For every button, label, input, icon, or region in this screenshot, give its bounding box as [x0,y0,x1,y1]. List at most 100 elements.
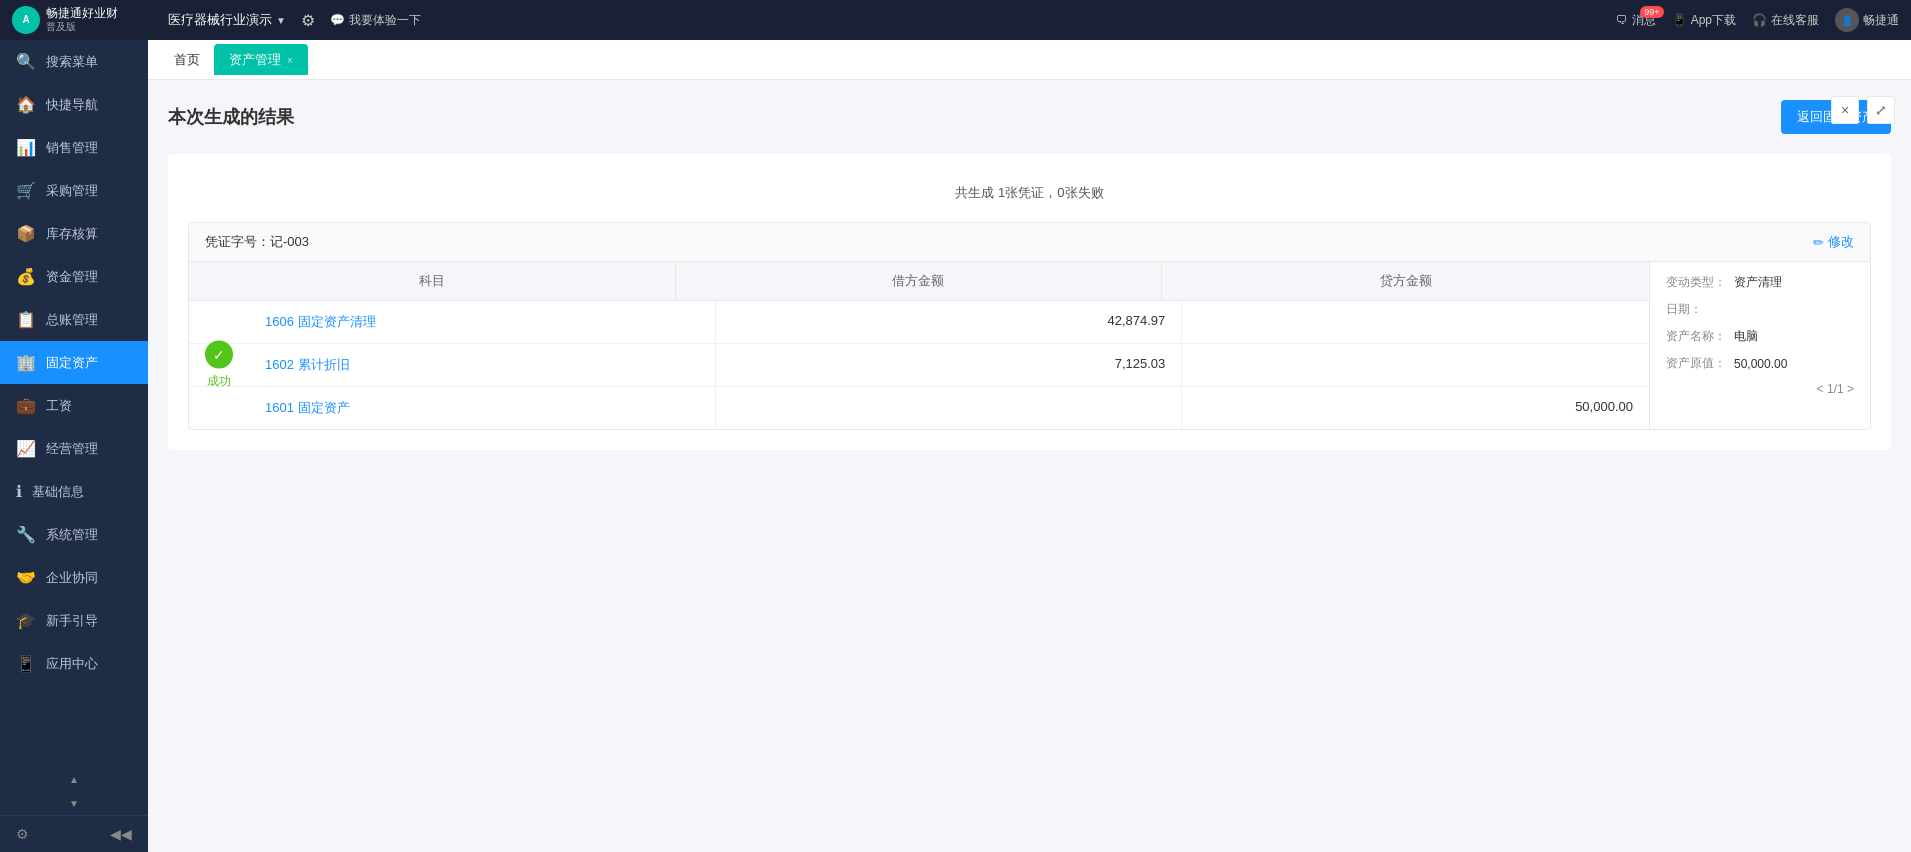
finance-icon: 💰 [16,267,36,286]
sidebar-item-finance[interactable]: 💰 资金管理 [0,255,148,298]
fixed-assets-icon: 🏢 [16,353,36,372]
page-title: 本次生成的结果 [168,105,294,129]
edit-label: 修改 [1828,233,1854,251]
sidebar-item-guide[interactable]: 🎓 新手引导 [0,599,148,642]
sidebar-item-inventory[interactable]: 📦 库存核算 [0,212,148,255]
tab-close-icon[interactable]: × [287,55,293,66]
download-icon: 📱 [1672,13,1687,27]
avatar: 👤 [1835,8,1859,32]
table-row: 1606 固定资产清理 42,874.97 [189,301,1649,344]
sidebar-collapse-icon[interactable]: ◀◀ [110,826,132,842]
voucher-block: 凭证字号：记-003 ✏ 修改 科目 借方金 [188,222,1871,430]
pagination-text: 1/1 [1827,382,1847,396]
tab-asset-management[interactable]: 资产管理 × [214,44,308,75]
workspace-area: 医疗器械行业演示 ▼ ⚙ 💬 我要体验一下 [160,6,1616,34]
sidebar-scroll-up-button[interactable]: ▼ [0,791,148,815]
asset-name-label: 资产名称： [1666,328,1726,345]
sidebar-item-label: 快捷导航 [46,96,98,114]
sidebar-item-purchase[interactable]: 🛒 采购管理 [0,169,148,212]
close-panel-button[interactable]: × [1831,96,1859,124]
sidebar-item-quick-nav[interactable]: 🏠 快捷导航 [0,83,148,126]
table-header: 科目 借方金额 贷方金额 [189,262,1649,301]
voucher-body: 科目 借方金额 贷方金额 ✓ 成功 [189,262,1870,429]
sidebar-item-label: 搜索菜单 [46,53,98,71]
pagination-next-icon[interactable]: > [1847,382,1854,396]
logo-icon: A [12,6,40,34]
asset-value-value: 50,000.00 [1734,357,1787,371]
ledger-icon: 📋 [16,310,36,329]
sidebar-item-label: 应用中心 [46,655,98,673]
workspace-selector[interactable]: 医疗器械行业演示 ▼ [168,11,286,29]
sidebar-item-search[interactable]: 🔍 搜索菜单 [0,40,148,83]
content-controls: × ⤢ [1831,96,1895,124]
purchase-icon: 🛒 [16,181,36,200]
payroll-icon: 💼 [16,396,36,415]
pagination-prev-icon[interactable]: < [1817,382,1824,396]
side-pagination[interactable]: < 1/1 > [1666,382,1854,396]
sidebar-item-system[interactable]: 🔧 系统管理 [0,513,148,556]
cell-credit-3: 50,000.00 [1182,387,1649,429]
sidebar-item-label: 企业协同 [46,569,98,587]
edit-voucher-button[interactable]: ✏ 修改 [1813,233,1854,251]
cell-debit-2: 7,125.03 [716,344,1183,386]
user-profile-button[interactable]: 👤 畅捷通 [1835,8,1899,32]
sidebar-item-enterprise[interactable]: 🤝 企业协同 [0,556,148,599]
sidebar-item-label: 工资 [46,397,72,415]
voucher-header: 凭证字号：记-003 ✏ 修改 [189,223,1870,262]
sidebar-item-basic-info[interactable]: ℹ 基础信息 [0,470,148,513]
sidebar-item-label: 总账管理 [46,311,98,329]
guide-icon: 🎓 [16,611,36,630]
workspace-name: 医疗器械行业演示 [168,11,272,29]
try-experience-button[interactable]: 💬 我要体验一下 [330,12,421,29]
result-container: 共生成 1张凭证，0张失败 凭证字号：记-003 ✏ 修改 [168,154,1891,450]
message-button[interactable]: 🗨 消息 99+ [1616,12,1656,29]
sidebar-item-app-center[interactable]: 📱 应用中心 [0,642,148,685]
logo-abbr-text: A [22,14,29,25]
sidebar-item-label: 固定资产 [46,354,98,372]
top-right-area: 🗨 消息 99+ 📱 App下载 🎧 在线客服 👤 畅捷通 [1616,8,1899,32]
logo-text: 畅捷通好业财 [46,6,118,20]
change-type-label: 变动类型： [1666,274,1726,291]
asset-value-row: 资产原值： 50,000.00 [1666,355,1854,372]
info-icon: ℹ [16,482,22,501]
inventory-icon: 📦 [16,224,36,243]
cell-subject-2: 1602 累计折旧 [249,344,716,386]
sidebar-item-sales[interactable]: 📊 销售管理 [0,126,148,169]
sidebar-item-label: 新手引导 [46,612,98,630]
search-icon: 🔍 [16,52,36,71]
expand-icon: ⤢ [1875,102,1887,118]
sidebar-item-payroll[interactable]: 💼 工资 [0,384,148,427]
enterprise-icon: 🤝 [16,568,36,587]
page-header: 本次生成的结果 返回固定资产 [168,100,1891,134]
main-layout: 🔍 搜索菜单 🏠 快捷导航 📊 销售管理 🛒 采购管理 📦 库存核算 💰 [0,40,1911,852]
chat-icon: 💬 [330,13,345,27]
online-service-button[interactable]: 🎧 在线客服 [1752,12,1819,29]
tab-home[interactable]: 首页 [164,45,210,75]
asset-name-value: 电脑 [1734,328,1758,345]
asset-name-row: 资产名称： 电脑 [1666,328,1854,345]
sidebar-scroll-down-button[interactable]: ▲ [0,767,148,791]
try-label: 我要体验一下 [349,12,421,29]
sidebar-bottom: ⚙ ◀◀ [0,815,148,852]
app-center-icon: 📱 [16,654,36,673]
sidebar-settings-icon[interactable]: ⚙ [16,826,29,842]
date-row: 日期： [1666,301,1854,318]
column-header-credit: 贷方金额 [1162,262,1649,300]
cell-credit-2 [1182,344,1649,386]
sidebar-item-business[interactable]: 📈 经营管理 [0,427,148,470]
app-download-button[interactable]: 📱 App下载 [1672,12,1736,29]
sidebar-item-general-ledger[interactable]: 📋 总账管理 [0,298,148,341]
user-name: 畅捷通 [1863,12,1899,29]
sidebar-item-fixed-assets[interactable]: 🏢 固定资产 [0,341,148,384]
sidebar-item-label: 系统管理 [46,526,98,544]
headset-icon: 🎧 [1752,13,1767,27]
settings-icon: ⚙ [301,11,315,30]
sidebar-item-label: 采购管理 [46,182,98,200]
top-header: A 畅捷通好业财 普及版 医疗器械行业演示 ▼ ⚙ 💬 我要体验一下 🗨 消息 … [0,0,1911,40]
change-type-value: 资产清理 [1734,274,1782,291]
result-summary: 共生成 1张凭证，0张失败 [188,174,1871,222]
expand-panel-button[interactable]: ⤢ [1867,96,1895,124]
tab-asset-management-label: 资产管理 [229,51,281,69]
date-label: 日期： [1666,301,1702,318]
workspace-settings-button[interactable]: ⚙ [294,6,322,34]
